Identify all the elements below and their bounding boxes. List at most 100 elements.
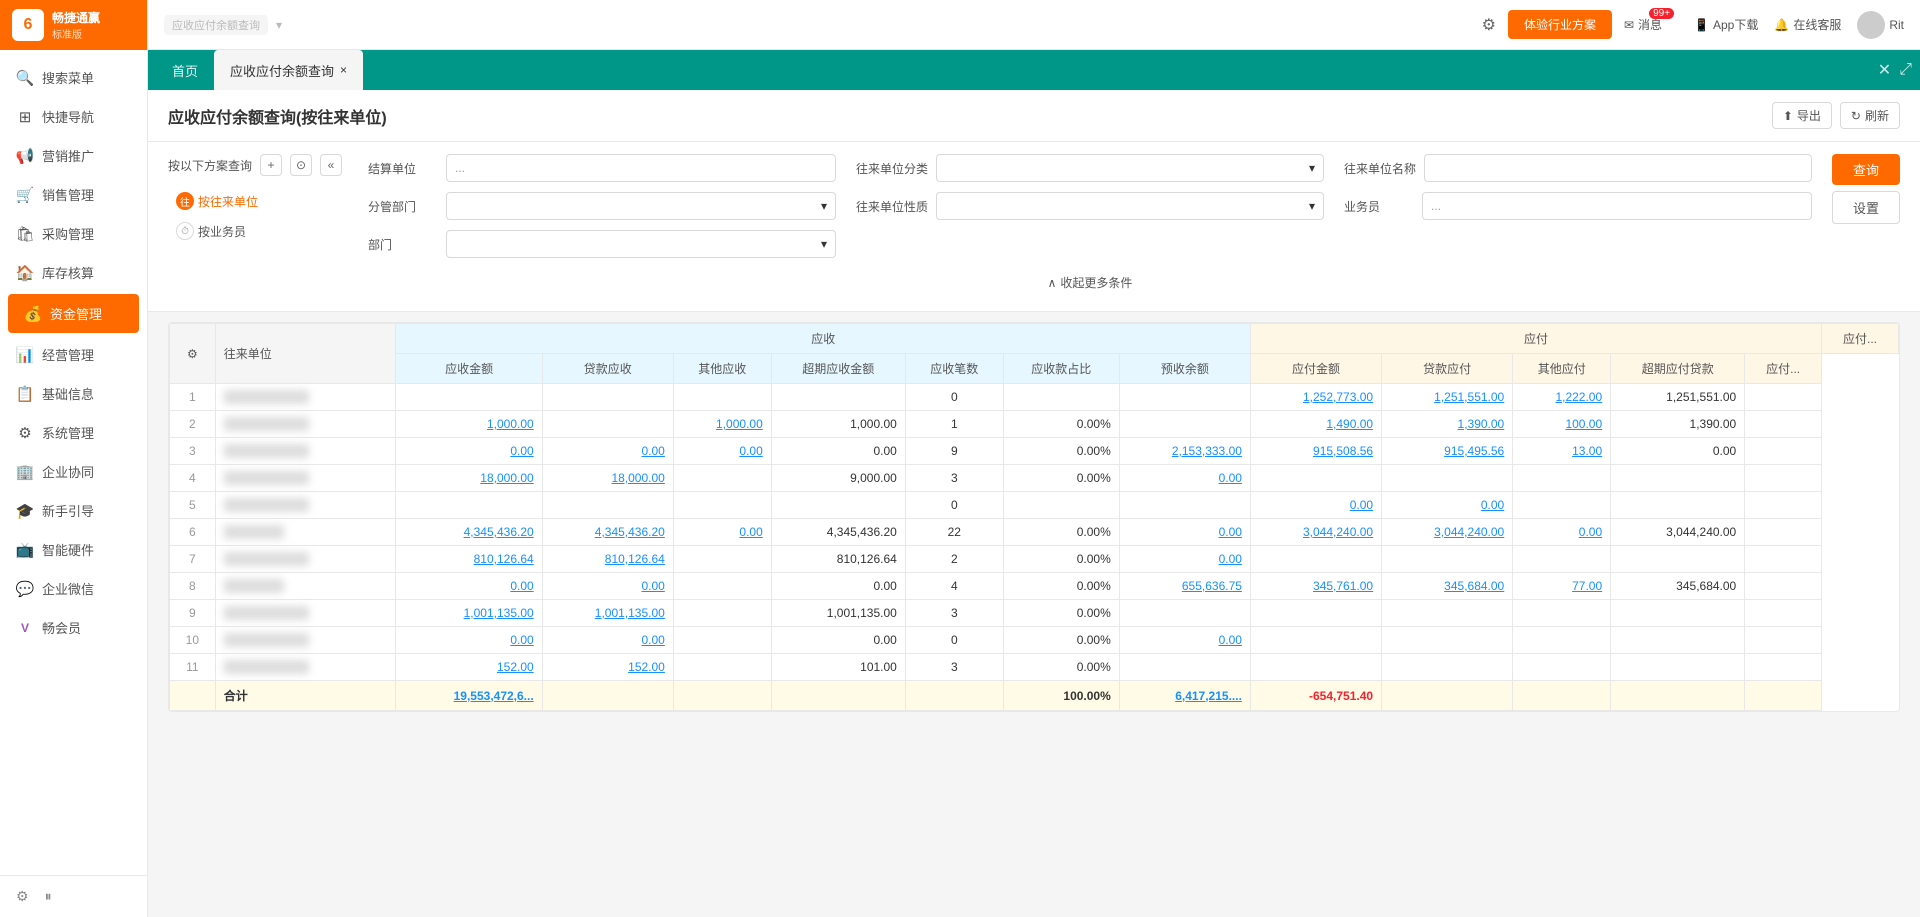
sidebar-item-inventory[interactable]: 🏠 库存核算 (0, 253, 147, 292)
header-right: ✉ 消息 99+ 📱 App下载 🔔 在线客服 Rit (1624, 11, 1904, 39)
sidebar-item-corp-wechat[interactable]: 💬 企业微信 (0, 569, 147, 608)
ap-amount-header: 应付金额 (1250, 354, 1381, 384)
sidebar-menu: 🔍 搜索菜单 ⊞ 快捷导航 📢 营销推广 🛒 销售管理 🛍 采购管理 🏠 库存核… (0, 50, 147, 875)
add-filter-button[interactable]: + (260, 154, 282, 176)
tab-ar-ap-label: 应收应付余额查询 (230, 61, 334, 80)
tab-ar-ap-query[interactable]: 应收应付余额查询 × (214, 50, 363, 90)
sidebar-item-sales[interactable]: 🛒 销售管理 (0, 175, 147, 214)
department-label: 部门 (368, 236, 438, 253)
salesman-label: 业务员 (1344, 198, 1414, 215)
tab-expand-icon[interactable]: ⤢ (1899, 61, 1912, 79)
salesman-input[interactable]: ... (1422, 192, 1812, 220)
member-icon: V (16, 619, 34, 637)
quick-nav-icon: ⊞ (16, 108, 34, 126)
table-row: 7██████████810,126.64810,126.64810,126.6… (170, 546, 1899, 573)
total-prepaid[interactable]: 6,417,215.... (1119, 681, 1250, 711)
message-item[interactable]: ✉ 消息 99+ (1624, 16, 1662, 33)
total-row: 合计 19,553,472,6... 100.00% 6,417,215....… (170, 681, 1899, 711)
partner-header: 往来单位 (215, 324, 396, 384)
user-name: Rit (1889, 18, 1904, 32)
header-gear-icon[interactable]: ⚙ (1482, 15, 1496, 35)
table-row: 5██████████00.000.00 (170, 492, 1899, 519)
refresh-icon: ↻ (1851, 109, 1861, 123)
filter-row-department: 部门 ▾ (368, 230, 836, 258)
sidebar-item-label: 采购管理 (42, 224, 94, 243)
online-service-item[interactable]: 🔔 在线客服 (1774, 16, 1841, 33)
ar-count-header: 应收笔数 (905, 354, 1003, 384)
tab-close-window-icon[interactable]: ✕ (1878, 60, 1891, 80)
export-icon: ⬆ (1783, 109, 1793, 123)
sidebar-item-operation[interactable]: 📊 经营管理 (0, 335, 147, 374)
filter-collapse-button[interactable]: « (320, 154, 342, 176)
partner-cat-input[interactable]: ▾ (936, 154, 1324, 182)
ar-amount-header: 应收金额 (396, 354, 542, 384)
total-ar-amount[interactable]: 19,553,472,6... (396, 681, 542, 711)
sidebar-item-label: 资金管理 (50, 304, 102, 323)
managing-dept-label: 分管部门 (368, 198, 438, 215)
ar-overdue-header: 超期应收金额 (771, 354, 905, 384)
managing-dept-input[interactable]: ▾ (446, 192, 836, 220)
sidebar-item-quick-nav[interactable]: ⊞ 快捷导航 (0, 97, 147, 136)
breadcrumb-text: 应收应付余额查询 (164, 15, 268, 35)
search-menu-icon: 🔍 (16, 69, 34, 87)
sidebar-item-label: 新手引导 (42, 501, 94, 520)
sidebar-item-purchase[interactable]: 🛍 采购管理 (0, 214, 147, 253)
department-input[interactable]: ▾ (446, 230, 836, 258)
sales-icon: 🛒 (16, 186, 34, 204)
export-button[interactable]: ⬆ 导出 (1772, 102, 1832, 129)
sidebar-item-system[interactable]: ⚙ 系统管理 (0, 413, 147, 452)
avatar-img (1857, 11, 1885, 39)
sidebar-item-smart-hw[interactable]: 📺 智能硬件 (0, 530, 147, 569)
sidebar-item-corp-collab[interactable]: 🏢 企业协同 (0, 452, 147, 491)
message-icon: ✉ (1624, 18, 1634, 32)
app-download-item[interactable]: 📱 App下载 (1694, 16, 1758, 33)
gear-header[interactable]: ⚙ (170, 324, 216, 384)
settings-icon[interactable]: ⚙ (16, 888, 29, 905)
top-header: 应收应付余额查询 ▾ ⚙ 体验行业方案 ✉ 消息 99+ 📱 App下载 🔔 在… (148, 0, 1920, 50)
table-row: 1██████████01,252,773.001,251,551.001,22… (170, 384, 1899, 411)
partner-nature-input[interactable]: ▾ (936, 192, 1324, 220)
scheme-by-staff[interactable]: ⏱ 按业务员 (168, 218, 254, 244)
dropdown-icon: ▾ (821, 237, 827, 251)
ap-overdue-header: 超期应付贷款 (1611, 354, 1745, 384)
sidebar-item-label: 系统管理 (42, 423, 94, 442)
table-row: 6¥4,345,436.204,345,436.200.004,345,436.… (170, 519, 1899, 546)
sidebar-item-search-menu[interactable]: 🔍 搜索菜单 (0, 58, 147, 97)
main-content: 首页 应收应付余额查询 × ✕ ⤢ 应收应付余额查询(按往来单位) ⬆ 导出 ↻… (148, 50, 1920, 917)
set-button[interactable]: 设置 (1832, 191, 1900, 224)
collapse-icon[interactable]: ⏸ (45, 888, 52, 905)
filter-settings-button[interactable]: ⊙ (290, 154, 312, 176)
filter-scheme-2: ⏱ 按业务员 (168, 218, 348, 244)
ap-other-header: 其他应付 (1513, 354, 1611, 384)
prepaid-header: 预收余额 (1119, 354, 1250, 384)
cta-button[interactable]: 体验行业方案 (1508, 10, 1612, 39)
partner-nature-label: 往来单位性质 (856, 198, 928, 215)
sidebar-item-capital[interactable]: 💰 资金管理 (8, 294, 139, 333)
partner-cat-label: 往来单位分类 (856, 160, 928, 177)
query-button[interactable]: 查询 (1832, 154, 1900, 185)
partner-name-input[interactable] (1424, 154, 1812, 182)
tab-home-label: 首页 (172, 61, 198, 80)
refresh-button[interactable]: ↻ 刷新 (1840, 102, 1900, 129)
sidebar-item-member[interactable]: V 畅会员 (0, 608, 147, 647)
dropdown-icon: ▾ (821, 199, 827, 213)
scheme-by-partner[interactable]: 往 按往来单位 (168, 188, 266, 214)
table-section: ⚙ 往来单位 应收 应付 应付... 应收金额 贷款应收 其他应收 超期应收金额… (148, 312, 1920, 722)
smart-hw-icon: 📺 (16, 541, 34, 559)
tab-close-icon[interactable]: × (340, 63, 347, 77)
settlement-label: 结算单位 (368, 160, 438, 177)
page-content: 应收应付余额查询(按往来单位) ⬆ 导出 ↻ 刷新 按以下方案查询 + (148, 90, 1920, 917)
logo-sub: 标准版 (52, 26, 100, 41)
message-badge: 99+ (1649, 8, 1674, 19)
collapse-label: 收起更多条件 (1060, 274, 1132, 291)
sidebar-item-beginner[interactable]: 🎓 新手引导 (0, 491, 147, 530)
sidebar-item-marketing[interactable]: 📢 营销推广 (0, 136, 147, 175)
user-avatar[interactable]: Rit (1857, 11, 1904, 39)
filter-scheme: 往 按往来单位 (168, 188, 348, 214)
filter-row-partner-nature: 往来单位性质 ▾ (856, 192, 1324, 220)
collapse-more-btn[interactable]: ∧ 收起更多条件 (1040, 266, 1141, 299)
sidebar-item-basic-info[interactable]: 📋 基础信息 (0, 374, 147, 413)
settlement-input[interactable]: ... (446, 154, 836, 182)
tab-home[interactable]: 首页 (156, 50, 214, 90)
table-wrapper: ⚙ 往来单位 应收 应付 应付... 应收金额 贷款应收 其他应收 超期应收金额… (168, 322, 1900, 712)
